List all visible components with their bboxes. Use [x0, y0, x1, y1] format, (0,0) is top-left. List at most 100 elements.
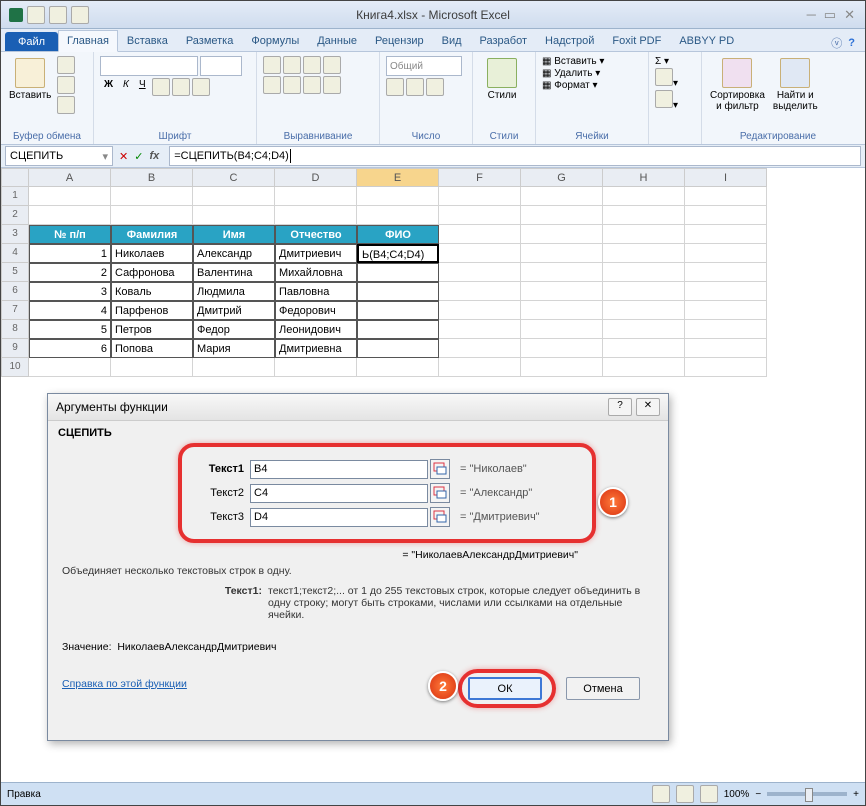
dialog-help-button[interactable]: ?	[608, 398, 632, 416]
cell-E6[interactable]	[357, 282, 439, 301]
arg2-ref-button[interactable]	[430, 483, 450, 503]
close-button[interactable]: ✕	[844, 7, 855, 23]
tab-view[interactable]: Вид	[433, 30, 471, 51]
cell-C7[interactable]: Дмитрий	[193, 301, 275, 320]
cut-icon[interactable]	[57, 56, 75, 74]
tab-review[interactable]: Рецензир	[366, 30, 433, 51]
cell-C8[interactable]: Федор	[193, 320, 275, 339]
format-cells-button[interactable]: ▦ Формат ▾	[542, 80, 598, 91]
enter-formula-icon[interactable]: ✓	[134, 150, 143, 163]
rowhdr-5[interactable]: 5	[1, 263, 29, 282]
colhdr-G[interactable]: G	[521, 168, 603, 187]
hdr-fio[interactable]: ФИО	[357, 225, 439, 244]
colhdr-D[interactable]: D	[275, 168, 357, 187]
cell-D4[interactable]: Дмитриевич	[275, 244, 357, 263]
cell-D8[interactable]: Леонидович	[275, 320, 357, 339]
font-combo[interactable]	[100, 56, 198, 76]
tab-file[interactable]: Файл	[5, 32, 58, 51]
view-layout-icon[interactable]	[676, 785, 694, 803]
cell-C9[interactable]: Мария	[193, 339, 275, 358]
save-icon[interactable]	[27, 6, 45, 24]
view-break-icon[interactable]	[700, 785, 718, 803]
cell-E5[interactable]	[357, 263, 439, 282]
percent-icon[interactable]	[406, 78, 424, 96]
size-combo[interactable]	[200, 56, 242, 76]
cell-E8[interactable]	[357, 320, 439, 339]
sort-filter-button[interactable]: Сортировка и фильтр	[708, 56, 767, 114]
cell-D5[interactable]: Михайловна	[275, 263, 357, 282]
colhdr-A[interactable]: A	[29, 168, 111, 187]
ok-button[interactable]: ОК	[468, 677, 542, 700]
cell-C4[interactable]: Александр	[193, 244, 275, 263]
cell-D9[interactable]: Дмитриевна	[275, 339, 357, 358]
tab-abbyy[interactable]: ABBYY PD	[670, 30, 743, 51]
italic-button[interactable]: К	[119, 78, 133, 96]
zoom-in-button[interactable]: +	[853, 789, 859, 800]
styles-button[interactable]: Стили	[479, 56, 525, 103]
cancel-button[interactable]: Отмена	[566, 677, 640, 700]
tab-foxit[interactable]: Foxit PDF	[603, 30, 670, 51]
find-select-button[interactable]: Найти и выделить	[771, 56, 820, 114]
underline-button[interactable]: Ч	[135, 78, 150, 96]
cell-B9[interactable]: Попова	[111, 339, 193, 358]
colhdr-I[interactable]: I	[685, 168, 767, 187]
arg3-ref-button[interactable]	[430, 507, 450, 527]
cell-A5[interactable]: 2	[29, 263, 111, 282]
cell-A6[interactable]: 3	[29, 282, 111, 301]
zoom-slider[interactable]	[767, 792, 847, 796]
cell-D7[interactable]: Федорович	[275, 301, 357, 320]
rowhdr-9[interactable]: 9	[1, 339, 29, 358]
copy-icon[interactable]	[57, 76, 75, 94]
cell-A4[interactable]: 1	[29, 244, 111, 263]
zoom-level[interactable]: 100%	[724, 789, 750, 800]
cell-B7[interactable]: Парфенов	[111, 301, 193, 320]
align-top-icon[interactable]	[263, 56, 281, 74]
dialog-close-button[interactable]: ✕	[636, 398, 660, 416]
comma-icon[interactable]	[426, 78, 444, 96]
maximize-button[interactable]: ▭	[824, 7, 836, 23]
font-color-icon[interactable]	[192, 78, 210, 96]
wrap-text-icon[interactable]	[323, 56, 341, 74]
arg1-input[interactable]	[250, 460, 428, 479]
tab-insert[interactable]: Вставка	[118, 30, 177, 51]
number-format-combo[interactable]	[386, 56, 462, 76]
rowhdr-2[interactable]: 2	[1, 206, 29, 225]
cell-D6[interactable]: Павловна	[275, 282, 357, 301]
minimize-button[interactable]: ─	[807, 7, 816, 23]
arg2-input[interactable]	[250, 484, 428, 503]
rowhdr-4[interactable]: 4	[1, 244, 29, 263]
formula-input[interactable]: =СЦЕПИТЬ(B4;C4;D4)	[169, 146, 861, 166]
hdr-name[interactable]: Имя	[193, 225, 275, 244]
hdr-patr[interactable]: Отчество	[275, 225, 357, 244]
cell-C5[interactable]: Валентина	[193, 263, 275, 282]
align-center-icon[interactable]	[283, 76, 301, 94]
select-all-corner[interactable]	[1, 168, 29, 187]
align-left-icon[interactable]	[263, 76, 281, 94]
paste-button[interactable]: Вставить	[7, 56, 53, 103]
hdr-fam[interactable]: Фамилия	[111, 225, 193, 244]
format-painter-icon[interactable]	[57, 96, 75, 114]
align-bottom-icon[interactable]	[303, 56, 321, 74]
tab-home[interactable]: Главная	[58, 30, 118, 52]
fill-color-icon[interactable]	[172, 78, 190, 96]
fx-icon[interactable]: fx	[149, 150, 159, 163]
fill-button[interactable]: ▾	[655, 68, 678, 89]
help-icon[interactable]: ?	[848, 37, 855, 49]
border-icon[interactable]	[152, 78, 170, 96]
clear-button[interactable]: ▾	[655, 90, 678, 111]
cell-B8[interactable]: Петров	[111, 320, 193, 339]
cell-C6[interactable]: Людмила	[193, 282, 275, 301]
rowhdr-6[interactable]: 6	[1, 282, 29, 301]
cell-E4[interactable]: Ь(B4;C4;D4)	[357, 244, 439, 263]
align-right-icon[interactable]	[303, 76, 321, 94]
rowhdr-1[interactable]: 1	[1, 187, 29, 206]
cell-A8[interactable]: 5	[29, 320, 111, 339]
colhdr-E[interactable]: E	[357, 168, 439, 187]
align-middle-icon[interactable]	[283, 56, 301, 74]
colhdr-B[interactable]: B	[111, 168, 193, 187]
zoom-out-button[interactable]: −	[755, 789, 761, 800]
minimize-ribbon-icon[interactable]: ⓥ	[831, 35, 842, 51]
cell-E7[interactable]	[357, 301, 439, 320]
cell-A9[interactable]: 6	[29, 339, 111, 358]
tab-addins[interactable]: Надстрой	[536, 30, 603, 51]
